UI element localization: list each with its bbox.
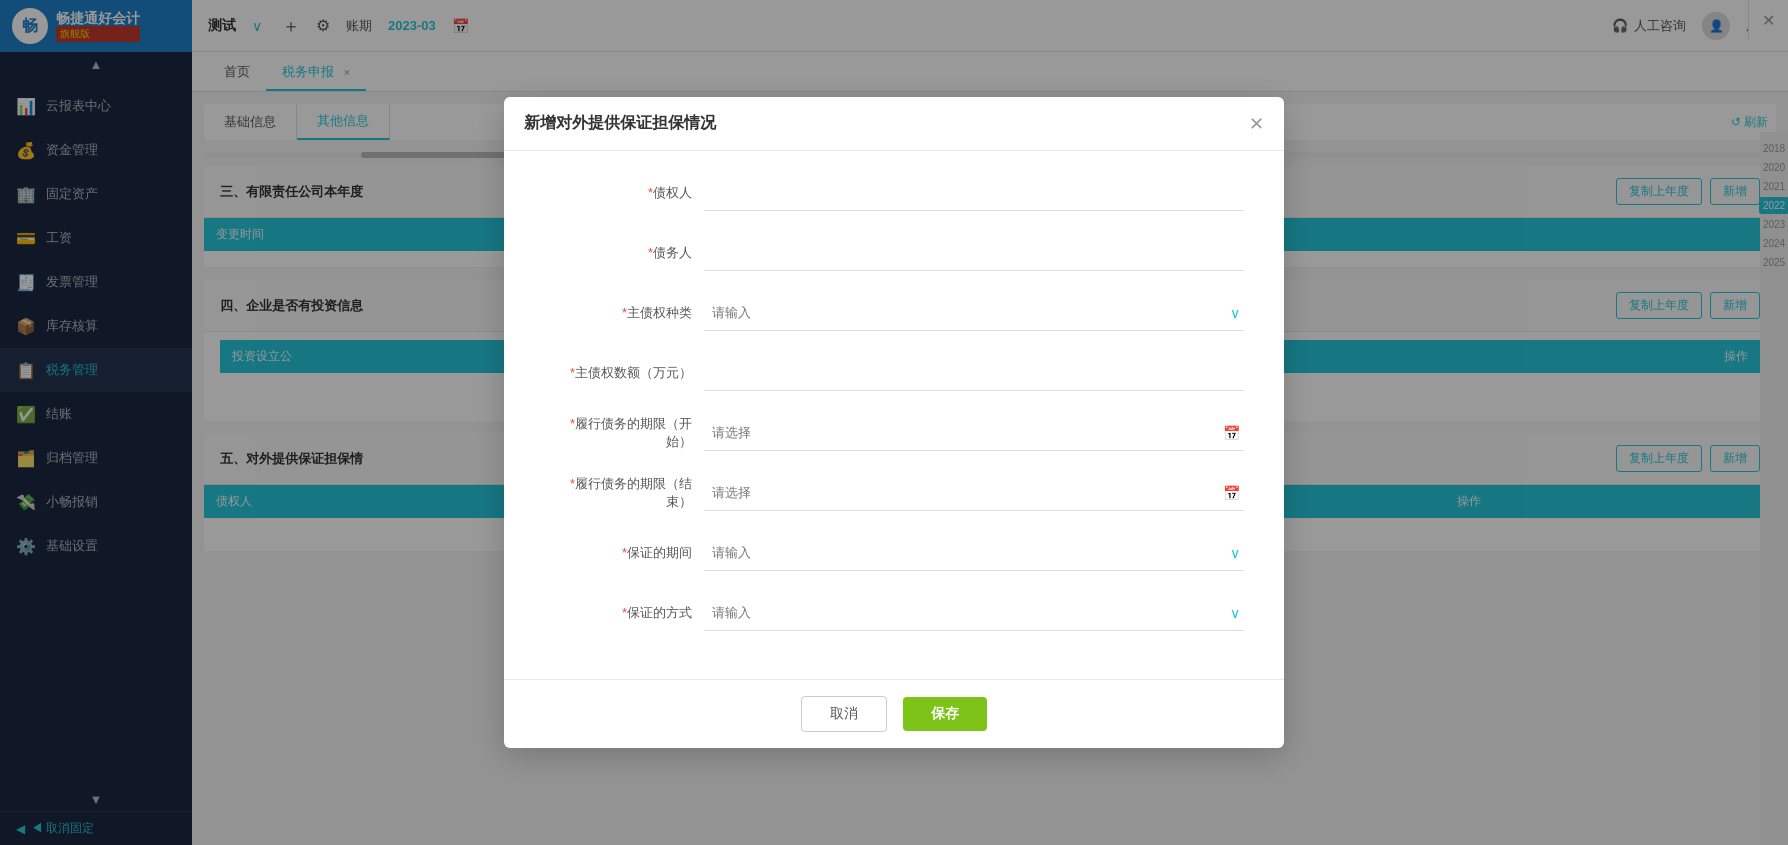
form-row-claim-amount: *主债权数额（万元） <box>544 355 1244 391</box>
dialog-header: 新增对外提供保证担保情况 ✕ <box>504 97 1284 151</box>
form-label-guarantee-method: *保证的方式 <box>544 604 704 622</box>
dialog-overlay: 新增对外提供保证担保情况 ✕ *债权人 *债务人 *主债权种类 <box>0 0 1788 845</box>
form-label-creditor: *债权人 <box>544 184 704 202</box>
period-end-date-wrapper[interactable]: 📅 <box>704 475 1244 511</box>
form-row-guarantee-period: *保证的期间 ∨ <box>544 535 1244 571</box>
claim-amount-input[interactable] <box>704 355 1244 391</box>
claim-type-select-wrapper[interactable]: ∨ <box>704 295 1244 331</box>
claim-type-input[interactable] <box>704 295 1230 330</box>
guarantee-method-input[interactable] <box>704 595 1230 630</box>
form-label-period-start: *履行债务的期限（开始） <box>544 415 704 451</box>
save-button[interactable]: 保存 <box>903 697 987 731</box>
guarantee-period-input[interactable] <box>704 535 1230 570</box>
guarantee-period-select-wrapper[interactable]: ∨ <box>704 535 1244 571</box>
form-label-claim-type: *主债权种类 <box>544 304 704 322</box>
form-label-period-end: *履行债务的期限（结束） <box>544 475 704 511</box>
dialog-close-button[interactable]: ✕ <box>1249 115 1264 133</box>
dialog-footer: 取消 保存 <box>504 679 1284 748</box>
guarantee-method-dropdown-icon[interactable]: ∨ <box>1230 605 1244 621</box>
period-start-calendar-icon[interactable]: 📅 <box>1223 425 1244 441</box>
period-start-input[interactable] <box>704 415 1223 450</box>
period-end-input[interactable] <box>704 475 1223 510</box>
guarantee-period-dropdown-icon[interactable]: ∨ <box>1230 545 1244 561</box>
creditor-input[interactable] <box>704 175 1244 211</box>
form-row-creditor: *债权人 <box>544 175 1244 211</box>
dialog-body: *债权人 *债务人 *主债权种类 ∨ <box>504 151 1284 679</box>
guarantee-method-select-wrapper[interactable]: ∨ <box>704 595 1244 631</box>
dialog: 新增对外提供保证担保情况 ✕ *债权人 *债务人 *主债权种类 <box>504 97 1284 748</box>
form-row-guarantee-method: *保证的方式 ∨ <box>544 595 1244 631</box>
cancel-button[interactable]: 取消 <box>801 696 887 732</box>
form-label-debtor: *债务人 <box>544 244 704 262</box>
claim-type-dropdown-icon[interactable]: ∨ <box>1230 305 1244 321</box>
form-row-period-end: *履行债务的期限（结束） 📅 <box>544 475 1244 511</box>
dialog-title: 新增对外提供保证担保情况 <box>524 113 716 134</box>
form-label-claim-amount: *主债权数额（万元） <box>544 364 704 382</box>
form-row-claim-type: *主债权种类 ∨ <box>544 295 1244 331</box>
period-start-date-wrapper[interactable]: 📅 <box>704 415 1244 451</box>
form-row-period-start: *履行债务的期限（开始） 📅 <box>544 415 1244 451</box>
form-row-debtor: *债务人 <box>544 235 1244 271</box>
debtor-input[interactable] <box>704 235 1244 271</box>
form-label-guarantee-period: *保证的期间 <box>544 544 704 562</box>
period-end-calendar-icon[interactable]: 📅 <box>1223 485 1244 501</box>
